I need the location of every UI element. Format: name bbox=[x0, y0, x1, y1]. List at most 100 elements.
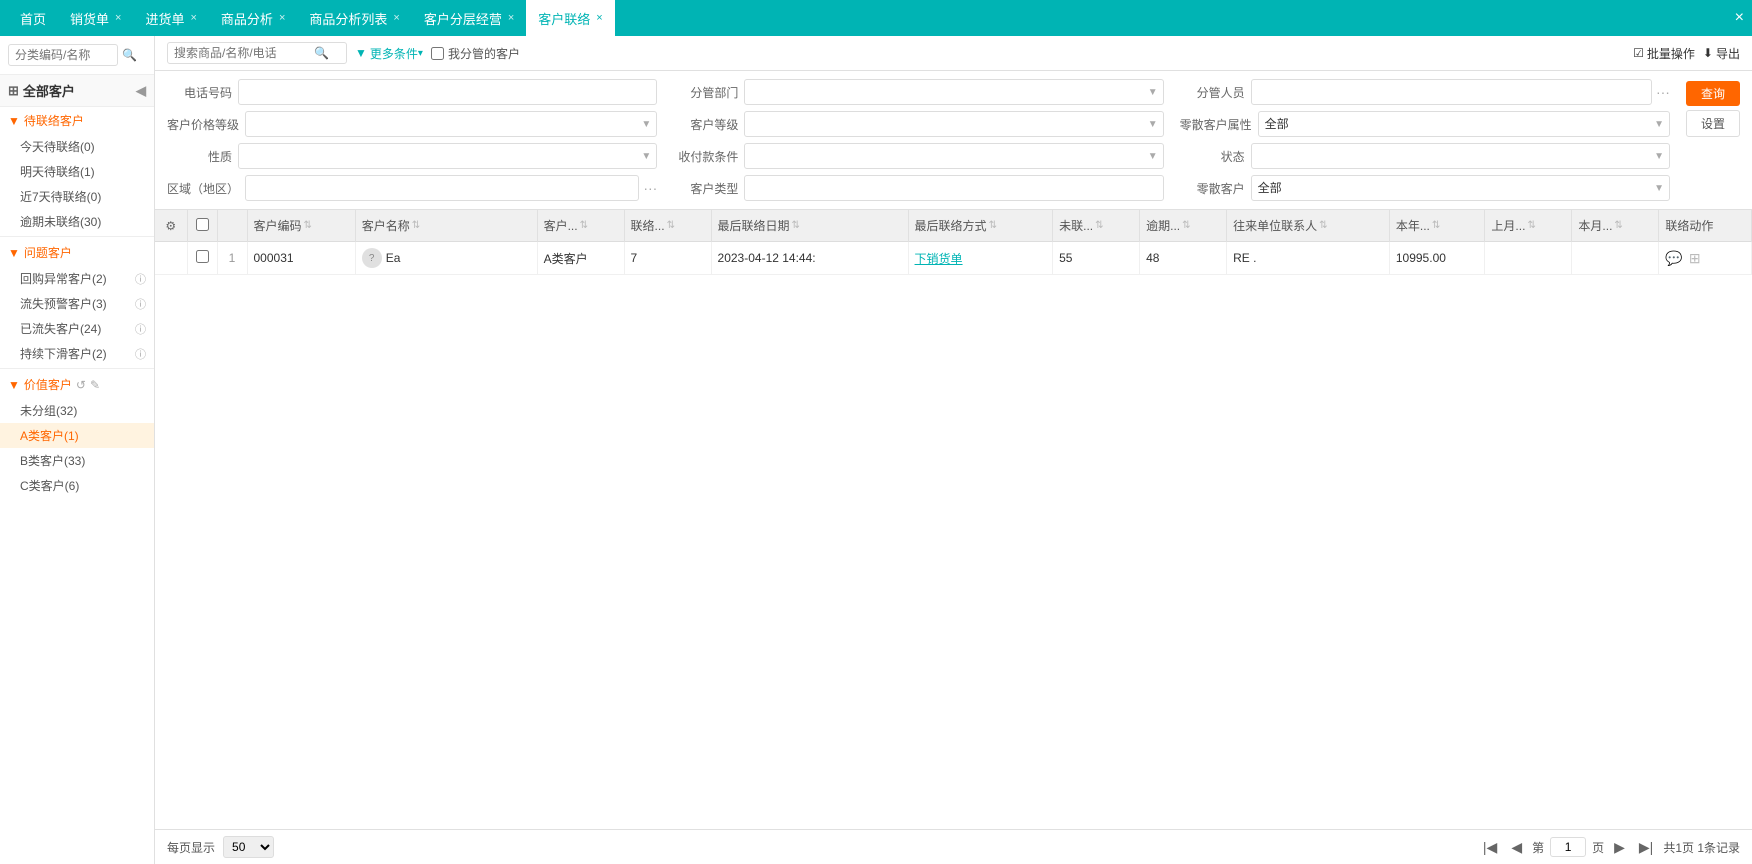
sort-icon[interactable]: ⇅ bbox=[989, 220, 997, 231]
close-icon[interactable]: × bbox=[596, 12, 602, 24]
close-all-button[interactable]: × bbox=[1735, 9, 1744, 27]
prev-page-button[interactable]: ◀ bbox=[1507, 838, 1526, 857]
table-section: ⚙ 客户编码 ⇅ bbox=[155, 210, 1752, 864]
close-icon[interactable]: × bbox=[508, 12, 514, 24]
price-level-select[interactable] bbox=[245, 111, 657, 137]
export-button[interactable]: ⬇ 导出 bbox=[1703, 45, 1740, 62]
dept-select[interactable] bbox=[744, 79, 1163, 105]
sidebar-item-overdue[interactable]: 逾期未联络(30) bbox=[0, 209, 154, 234]
more-options-icon[interactable]: ··· bbox=[643, 180, 657, 196]
sidebar-item-churned[interactable]: 已流失客户(24) ⓘ bbox=[0, 316, 154, 341]
more-filter-button[interactable]: ▼ 更多条件 ▾ bbox=[355, 45, 423, 62]
sidebar-section-problem[interactable]: ▼ 问题客户 bbox=[0, 239, 154, 266]
my-customers-filter[interactable]: 我分管的客户 bbox=[431, 45, 520, 62]
nav-tab-product-analysis[interactable]: 商品分析 × bbox=[209, 0, 297, 36]
status-select[interactable] bbox=[1251, 143, 1670, 169]
sort-icon[interactable]: ⇅ bbox=[304, 220, 312, 231]
setting-button[interactable]: 设置 bbox=[1686, 110, 1740, 137]
close-icon[interactable]: × bbox=[393, 12, 399, 24]
sort-icon[interactable]: ⇅ bbox=[580, 220, 588, 231]
grid-icon: ⊞ bbox=[8, 83, 19, 99]
search-icon[interactable]: 🔍 bbox=[314, 46, 329, 60]
status-label: 状态 bbox=[1180, 148, 1245, 165]
close-icon[interactable]: × bbox=[279, 12, 285, 24]
sidebar-item-class-a[interactable]: A类客户(1) bbox=[0, 423, 154, 448]
last-page-button[interactable]: ▶| bbox=[1635, 838, 1657, 857]
sidebar-item-repurchase-abnormal[interactable]: 回购异常客户(2) ⓘ bbox=[0, 266, 154, 291]
row-no-contact: 55 bbox=[1053, 242, 1140, 275]
retail-attr-select[interactable]: 全部 bbox=[1258, 111, 1670, 137]
customer-level-field: 客户等级 ▼ bbox=[673, 111, 1163, 137]
sidebar-item-7days[interactable]: 近7天待联络(0) bbox=[0, 184, 154, 209]
nav-tab-purchase[interactable]: 进货单 × bbox=[133, 0, 208, 36]
adv-filter-row-1: 电话号码 分管部门 ▼ 分管人员 bbox=[167, 79, 1670, 105]
first-page-button[interactable]: |◀ bbox=[1479, 838, 1501, 857]
sort-icon[interactable]: ⇅ bbox=[1319, 220, 1327, 231]
phone-input[interactable] bbox=[238, 79, 657, 105]
close-icon[interactable]: × bbox=[115, 12, 121, 24]
customer-level-label: 客户等级 bbox=[673, 116, 738, 133]
search-input[interactable] bbox=[174, 46, 314, 60]
batch-operation-button[interactable]: ☑ 批量操作 bbox=[1633, 45, 1695, 62]
payment-select[interactable] bbox=[744, 143, 1163, 169]
row-overdue: 48 bbox=[1140, 242, 1227, 275]
sidebar-item-churn-warning[interactable]: 流失预警客户(3) ⓘ bbox=[0, 291, 154, 316]
sort-icon[interactable]: ⇅ bbox=[792, 220, 800, 231]
customer-type-input[interactable] bbox=[744, 175, 1163, 201]
nav-tab-product-list[interactable]: 商品分析列表 × bbox=[297, 0, 411, 36]
sort-icon[interactable]: ⇅ bbox=[1095, 220, 1103, 231]
select-all-checkbox[interactable] bbox=[196, 218, 209, 231]
my-customers-checkbox[interactable] bbox=[431, 47, 444, 60]
sidebar-section-value[interactable]: ▼ 价值客户 ↺ ✎ bbox=[0, 371, 154, 398]
sort-icon[interactable]: ⇅ bbox=[412, 220, 420, 231]
sort-icon[interactable]: ⇅ bbox=[1614, 220, 1622, 231]
sidebar-item-unclassified[interactable]: 未分组(32) bbox=[0, 398, 154, 423]
gear-icon[interactable]: ⚙ bbox=[165, 219, 176, 233]
nav-tab-customer-tier[interactable]: 客户分层经营 × bbox=[412, 0, 526, 36]
sidebar-section-pending[interactable]: ▼ 待联络客户 bbox=[0, 107, 154, 134]
col-level-label: 客户... bbox=[544, 217, 578, 234]
refresh-icon[interactable]: ↺ bbox=[76, 378, 86, 392]
retail-attr-field: 零散客户属性 全部 ▼ bbox=[1180, 111, 1670, 137]
nav-tab-customer-contact[interactable]: 客户联络 × bbox=[526, 0, 614, 36]
page-number-input[interactable] bbox=[1550, 837, 1586, 857]
top-navigation: 首页 销货单 × 进货单 × 商品分析 × 商品分析列表 × 客户分层经营 × … bbox=[0, 0, 1752, 36]
more-options-icon[interactable]: ··· bbox=[1656, 84, 1670, 100]
retail-customer-select[interactable]: 全部 bbox=[1251, 175, 1670, 201]
col-overdue-label: 逾期... bbox=[1146, 217, 1180, 234]
sidebar-item-class-c[interactable]: C类客户(6) bbox=[0, 473, 154, 498]
region-input[interactable] bbox=[245, 175, 639, 201]
sort-icon[interactable]: ⇅ bbox=[1432, 220, 1440, 231]
sidebar-item-tomorrow[interactable]: 明天待联络(1) bbox=[0, 159, 154, 184]
col-no-contact: 未联... ⇅ bbox=[1053, 210, 1140, 242]
sidebar-item-declining[interactable]: 持续下滑客户(2) ⓘ bbox=[0, 341, 154, 366]
sort-icon[interactable]: ⇅ bbox=[667, 220, 675, 231]
sidebar-item-today[interactable]: 今天待联络(0) bbox=[0, 134, 154, 159]
sidebar-search-icon[interactable]: 🔍 bbox=[122, 48, 137, 62]
per-page-select[interactable]: 50 100 200 bbox=[223, 836, 274, 858]
nature-select[interactable] bbox=[238, 143, 657, 169]
close-icon[interactable]: × bbox=[190, 12, 196, 24]
sidebar-search-input[interactable] bbox=[8, 44, 118, 66]
last-method-link[interactable]: 下销货单 bbox=[915, 252, 963, 266]
arrow-icon: ▼ bbox=[8, 114, 20, 128]
row-checkbox[interactable] bbox=[196, 250, 209, 263]
manager-input[interactable] bbox=[1251, 79, 1652, 105]
sort-icon[interactable]: ⇅ bbox=[1527, 220, 1535, 231]
query-button[interactable]: 查询 bbox=[1686, 81, 1740, 106]
customer-name-text[interactable]: Ea bbox=[386, 251, 401, 265]
pagination: |◀ ◀ 第 页 ▶ ▶| 共1页 1条记录 bbox=[1479, 837, 1740, 857]
edit-value-icon[interactable]: ✎ bbox=[90, 378, 100, 392]
col-last-date-label: 最后联络日期 bbox=[718, 217, 790, 234]
sort-icon[interactable]: ⇅ bbox=[1182, 220, 1190, 231]
chat-action-icon[interactable]: 💬 bbox=[1665, 250, 1682, 267]
nav-tab-sales[interactable]: 销货单 × bbox=[58, 0, 133, 36]
row-this-year: 10995.00 bbox=[1389, 242, 1485, 275]
next-page-button[interactable]: ▶ bbox=[1610, 838, 1629, 857]
dept-label: 分管部门 bbox=[673, 84, 738, 101]
sidebar-item-class-b[interactable]: B类客户(33) bbox=[0, 448, 154, 473]
qr-action-icon[interactable]: ⊞ bbox=[1689, 250, 1701, 267]
sidebar-collapse-button[interactable]: ◀ bbox=[136, 83, 146, 99]
customer-level-select[interactable] bbox=[744, 111, 1163, 137]
nav-home[interactable]: 首页 bbox=[8, 0, 58, 36]
